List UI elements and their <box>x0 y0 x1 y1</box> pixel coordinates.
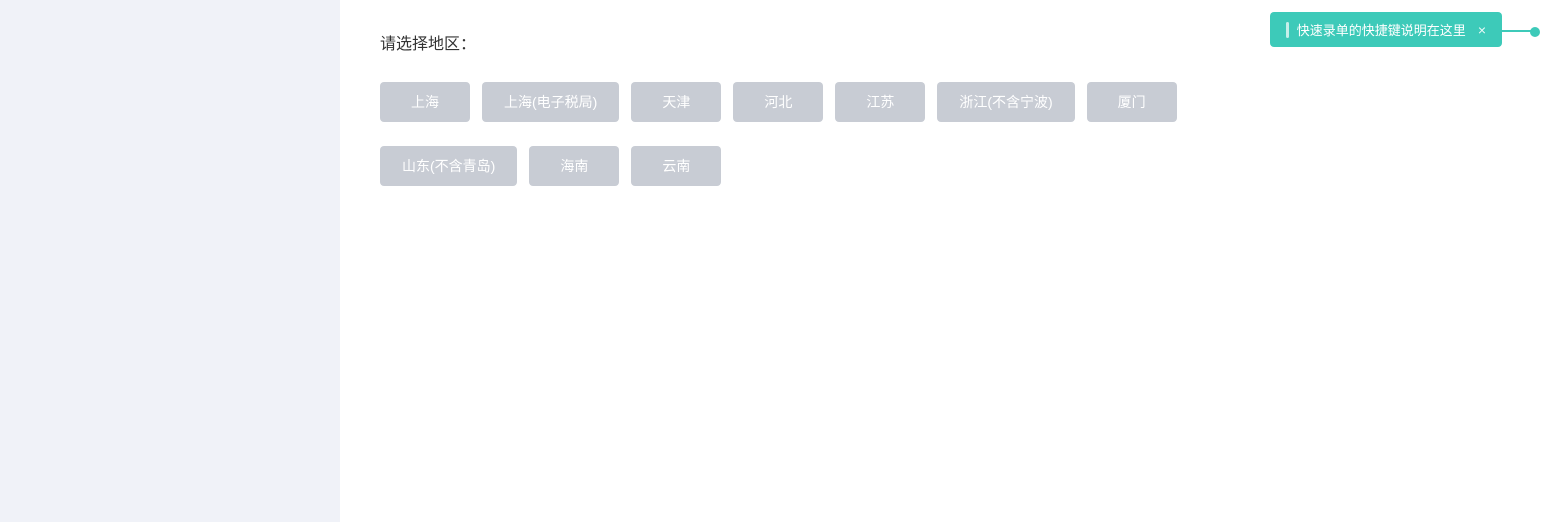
region-btn-shandong[interactable]: 山东(不含青岛) <box>380 146 517 186</box>
tooltip-line <box>1496 30 1532 32</box>
region-btn-shanghai-etax[interactable]: 上海(电子税局) <box>482 82 619 122</box>
left-sidebar <box>0 0 340 522</box>
region-buttons: 上海 上海(电子税局) 天津 河北 江苏 浙江(不含宁波) 厦门 山东(不含青岛… <box>380 82 1522 186</box>
region-btn-jiangsu[interactable]: 江苏 <box>835 82 925 122</box>
main-content: 请选择地区： 上海 上海(电子税局) 天津 河北 江苏 浙江(不含宁波) 厦门 … <box>340 0 1562 522</box>
tooltip-bar <box>1286 22 1289 38</box>
region-btn-yunnan[interactable]: 云南 <box>631 146 721 186</box>
region-btn-xiamen[interactable]: 厦门 <box>1087 82 1177 122</box>
close-icon[interactable]: × <box>1478 22 1486 38</box>
region-btn-shanghai[interactable]: 上海 <box>380 82 470 122</box>
region-btn-hainan[interactable]: 海南 <box>529 146 619 186</box>
tooltip-banner: 快速录单的快捷键说明在这里 × <box>1270 12 1502 47</box>
tooltip-dot <box>1530 27 1540 37</box>
region-btn-tianjin[interactable]: 天津 <box>631 82 721 122</box>
region-btn-zhejiang[interactable]: 浙江(不含宁波) <box>937 82 1074 122</box>
tooltip-text: 快速录单的快捷键说明在这里 <box>1297 20 1466 39</box>
region-btn-hebei[interactable]: 河北 <box>733 82 823 122</box>
